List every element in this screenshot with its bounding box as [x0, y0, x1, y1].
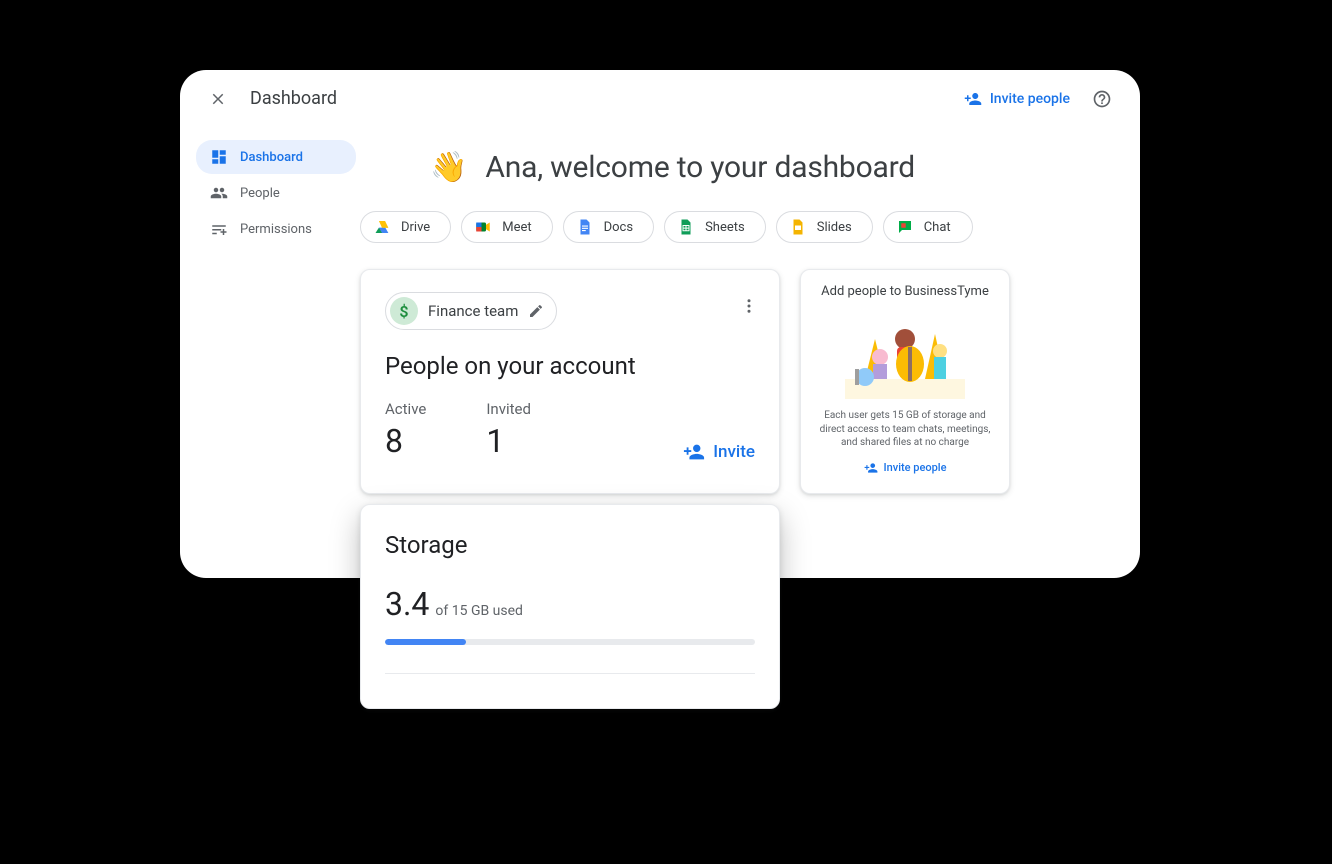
welcome-text: Ana, welcome to your dashboard: [485, 150, 915, 185]
stat-label: Active: [385, 400, 426, 418]
more-icon[interactable]: [737, 294, 761, 318]
stat-value: 1: [486, 422, 531, 460]
team-chip[interactable]: $ Finance team: [385, 292, 557, 330]
storage-suffix: of 15 GB used: [435, 603, 523, 619]
promo-invite-link[interactable]: Invite people: [864, 461, 947, 475]
main-content: 👋 Ana, welcome to your dashboard Drive M…: [360, 150, 1120, 494]
storage-progress-fill: [385, 639, 466, 645]
promo-title: Add people to BusinessTyme: [813, 284, 997, 299]
drive-icon: [373, 218, 391, 236]
app-chip-meet[interactable]: Meet: [461, 211, 552, 243]
stat-active: Active 8: [385, 400, 426, 460]
admin-window: Dashboard Invite people Dashboard People…: [180, 70, 1140, 578]
sidebar-item-label: Dashboard: [240, 150, 303, 165]
sidebar-item-label: People: [240, 186, 280, 201]
team-name: Finance team: [428, 302, 518, 320]
app-chip-label: Docs: [604, 220, 633, 235]
invite-people-label: Invite people: [990, 91, 1070, 107]
app-chip-sheets[interactable]: Sheets: [664, 211, 766, 243]
wave-icon: 👋: [430, 150, 467, 185]
sidebar: Dashboard People Permissions: [196, 140, 356, 248]
app-chip-label: Sheets: [705, 220, 745, 235]
chat-icon: [896, 218, 914, 236]
divider: [385, 673, 755, 674]
promo-description: Each user gets 15 GB of storage and dire…: [813, 409, 997, 450]
close-icon[interactable]: [208, 89, 228, 109]
dollar-icon: $: [390, 297, 418, 325]
app-chip-label: Meet: [502, 220, 531, 235]
sidebar-item-dashboard[interactable]: Dashboard: [196, 140, 356, 174]
promo-invite-label: Invite people: [884, 461, 947, 474]
invite-people-button[interactable]: Invite people: [964, 90, 1070, 108]
page-title: Dashboard: [250, 88, 964, 109]
promo-illustration: [845, 309, 965, 399]
people-card-title: People on your account: [385, 352, 755, 380]
invite-button[interactable]: Invite: [683, 441, 755, 463]
storage-title: Storage: [385, 531, 755, 559]
sidebar-item-permissions[interactable]: Permissions: [196, 212, 356, 246]
app-shortcuts: Drive Meet Docs Sheets: [360, 211, 1120, 243]
people-card: $ Finance team People on your account Ac…: [360, 269, 780, 494]
invite-button-label: Invite: [713, 442, 755, 462]
storage-value: 3.4: [385, 585, 429, 623]
docs-icon: [576, 218, 594, 236]
promo-card: Add people to BusinessTyme: [800, 269, 1010, 494]
stat-label: Invited: [486, 400, 531, 418]
sidebar-item-people[interactable]: People: [196, 176, 356, 210]
app-chip-drive[interactable]: Drive: [360, 211, 451, 243]
slides-icon: [789, 218, 807, 236]
storage-card: Storage 3.4 of 15 GB used: [360, 504, 780, 709]
app-chip-docs[interactable]: Docs: [563, 211, 654, 243]
meet-icon: [474, 218, 492, 236]
help-icon[interactable]: [1092, 89, 1112, 109]
header: Dashboard Invite people: [180, 70, 1140, 121]
sheets-icon: [677, 218, 695, 236]
stat-value: 8: [385, 422, 426, 460]
sidebar-item-label: Permissions: [240, 222, 312, 237]
storage-progress: [385, 639, 755, 645]
stat-invited: Invited 1: [486, 400, 531, 460]
app-chip-label: Chat: [924, 220, 951, 235]
pencil-icon: [528, 303, 544, 319]
app-chip-chat[interactable]: Chat: [883, 211, 973, 243]
welcome-heading: 👋 Ana, welcome to your dashboard: [360, 150, 1120, 185]
app-chip-label: Drive: [401, 220, 430, 235]
app-chip-slides[interactable]: Slides: [776, 211, 873, 243]
app-chip-label: Slides: [817, 220, 852, 235]
